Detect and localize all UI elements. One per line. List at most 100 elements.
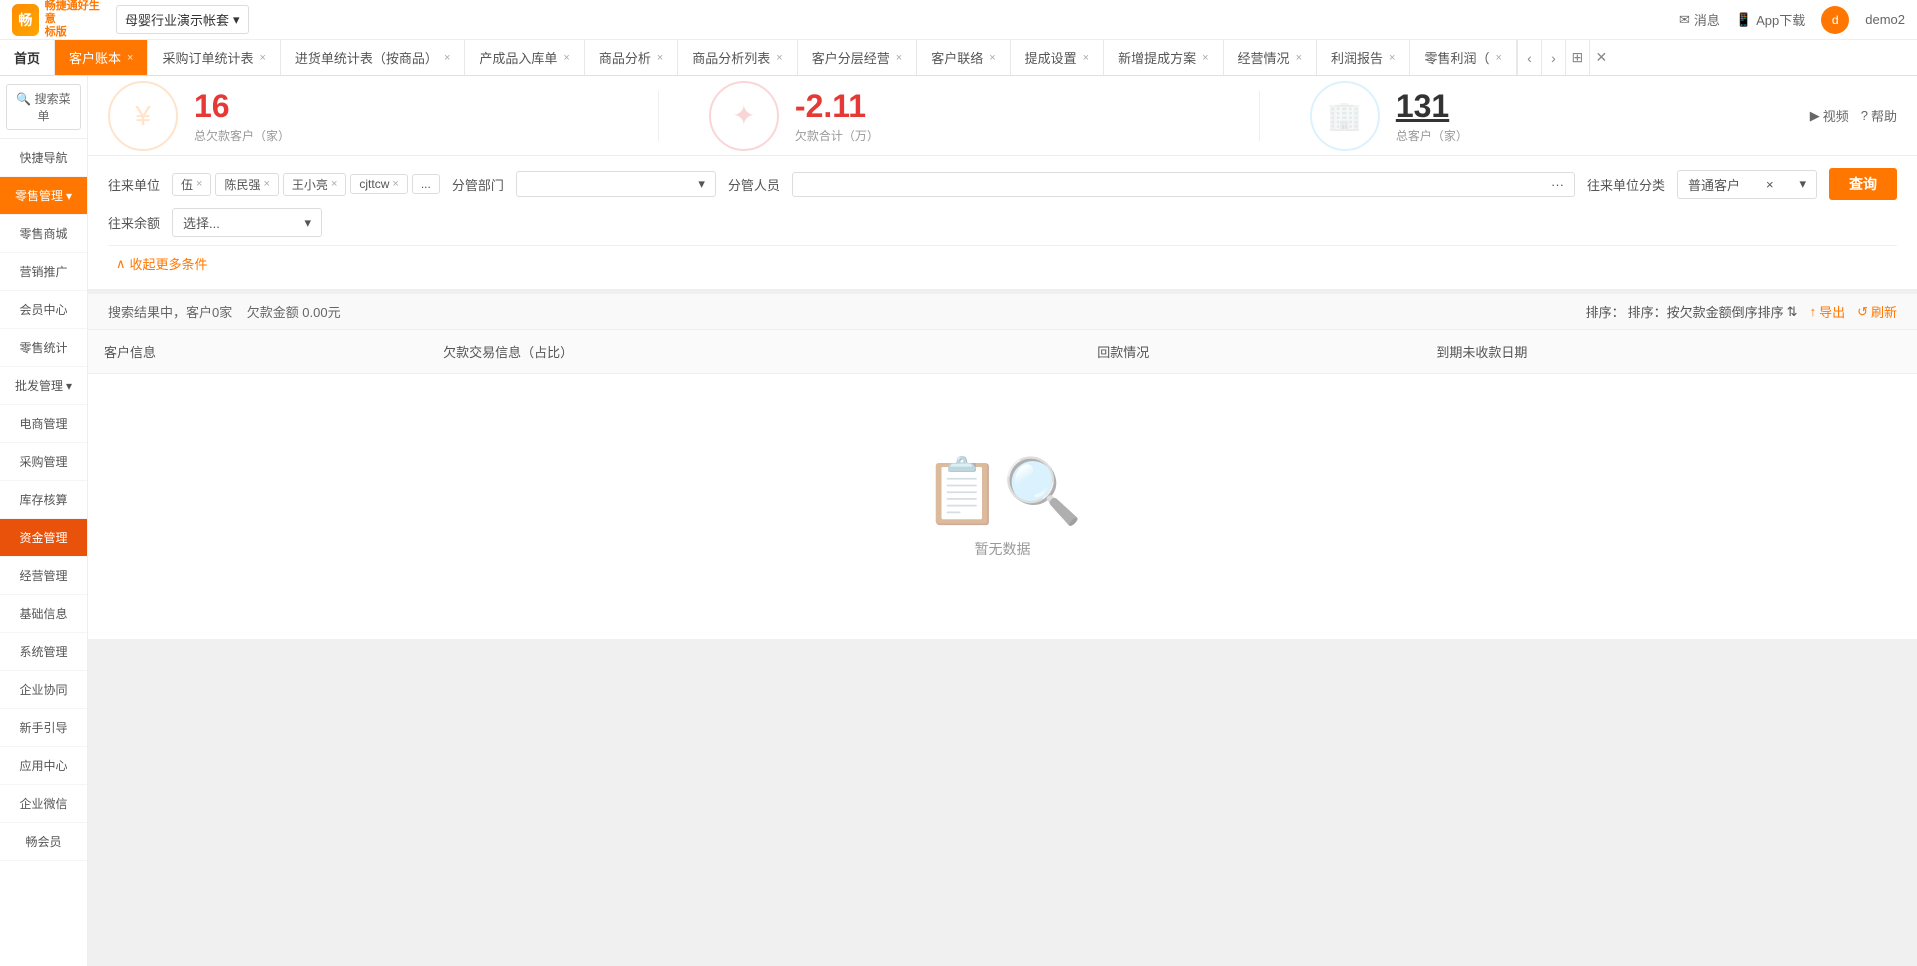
help-btn[interactable]: ? 帮助 — [1861, 106, 1897, 125]
dept-select[interactable]: ▾ — [516, 171, 716, 197]
tab-new-promo[interactable]: 新增提成方案 × — [1104, 40, 1223, 75]
sidebar-system-label: 系统管理 — [19, 643, 67, 660]
nav-next-arrow[interactable]: › — [1541, 40, 1565, 75]
tab-home-label: 首页 — [14, 48, 40, 67]
sort-btn[interactable]: 排序： 排序：按欠款金额倒序排序 ⇅ — [1586, 302, 1798, 321]
app-download-btn[interactable]: 📱 App下载 — [1736, 10, 1805, 29]
search-icon: 🔍 — [16, 92, 31, 106]
sidebar-item-vip-member[interactable]: 畅会员 — [0, 823, 87, 861]
tab-promo-settings-close[interactable]: × — [1083, 52, 1089, 64]
top-bar: 畅 畅捷通好生意 标版 母婴行业演示帐套 ▾ ✉ 消息 📱 App下载 d de… — [0, 0, 1917, 40]
unit-tag-wang-close[interactable]: × — [331, 178, 337, 190]
query-button[interactable]: 查询 — [1829, 168, 1897, 200]
tab-new-promo-close[interactable]: × — [1202, 52, 1208, 64]
bg-icon-total: 🏢 — [1310, 81, 1380, 151]
unit-tag-more[interactable]: ... — [412, 174, 440, 194]
sidebar-item-enterprise[interactable]: 企业协同 — [0, 671, 87, 709]
unit-tag-cjttcw[interactable]: cjttcw × — [350, 174, 407, 194]
sidebar-item-retail[interactable]: 零售管理 ▾ — [0, 177, 87, 215]
video-btn[interactable]: ▶ 视频 — [1810, 106, 1849, 125]
tab-customer-capital-close[interactable]: × — [127, 52, 133, 64]
tab-purchase-stats[interactable]: 进货单统计表（按商品） × — [281, 40, 465, 75]
unit-tag-wang[interactable]: 王小亮 × — [283, 173, 346, 196]
tab-customer-segment-close[interactable]: × — [896, 52, 902, 64]
collapse-btn[interactable]: ∧ 收起更多条件 — [108, 250, 1897, 277]
sidebar-item-quick-nav[interactable]: 快捷导航 — [0, 139, 87, 177]
tab-customer-capital[interactable]: 客户账本 × — [55, 40, 148, 75]
sidebar-item-operations[interactable]: 经营管理 — [0, 557, 87, 595]
content-area: ¥ 16 总欠款客户（家） ✦ -2.11 欠款合计（万） 🏢 — [88, 76, 1917, 966]
tab-purchase-stats-close[interactable]: × — [444, 52, 450, 64]
tab-product-analysis-close[interactable]: × — [657, 52, 663, 64]
tab-promo-settings[interactable]: 提成设置 × — [1011, 40, 1104, 75]
nav-prev-arrow[interactable]: ‹ — [1517, 40, 1541, 75]
sidebar-search-btn[interactable]: 🔍 搜索菜单 — [6, 84, 81, 130]
tab-operation[interactable]: 经营情况 × — [1224, 40, 1317, 75]
sidebar-item-new-guide[interactable]: 新手引导 — [0, 709, 87, 747]
unit-class-tag-close[interactable]: × — [1766, 177, 1774, 192]
tab-operation-close[interactable]: × — [1296, 52, 1302, 64]
sidebar-item-finance[interactable]: 资金管理 — [0, 519, 87, 557]
avatar[interactable]: d — [1821, 6, 1849, 34]
total-debit-customers-label: 总欠款客户（家） — [194, 127, 290, 144]
tab-customer-segment-label: 客户分层经营 — [812, 48, 890, 67]
sidebar-item-member[interactable]: 会员中心 — [0, 291, 87, 329]
unit-tag-chen[interactable]: 陈民强 × — [215, 173, 278, 196]
sidebar-item-marketing[interactable]: 营销推广 — [0, 253, 87, 291]
tab-retail-profit[interactable]: 零售利润（ × — [1410, 40, 1516, 75]
tab-promo-settings-label: 提成设置 — [1025, 48, 1077, 67]
tab-product-in-close[interactable]: × — [563, 52, 569, 64]
tab-customer-contact[interactable]: 客户联络 × — [917, 40, 1010, 75]
results-summary: 搜索结果中，客户0家 欠款金额 0.00元 — [108, 302, 341, 321]
org-selector[interactable]: 母婴行业演示帐套 ▾ — [116, 5, 249, 34]
remainder-select[interactable]: 选择... ▾ — [172, 208, 322, 237]
total-customers-number: 131 — [1396, 88, 1468, 125]
messages-btn[interactable]: ✉ 消息 — [1679, 10, 1720, 29]
page-header: ¥ 16 总欠款客户（家） ✦ -2.11 欠款合计（万） 🏢 — [88, 76, 1917, 156]
sidebar-item-retail-shop[interactable]: 零售商城 — [0, 215, 87, 253]
nav-expand-arrow[interactable]: ⊞ — [1565, 40, 1589, 75]
sidebar-item-retail-stats[interactable]: 零售统计 — [0, 329, 87, 367]
tab-product-analysis-list-label: 商品分析列表 — [692, 48, 770, 67]
tab-purchase-order-label: 采购订单统计表 — [162, 48, 253, 67]
unit-tag-chen-close[interactable]: × — [263, 178, 269, 190]
sidebar-item-ecommerce[interactable]: 电商管理 — [0, 405, 87, 443]
tab-profit-report[interactable]: 利润报告 × — [1317, 40, 1410, 75]
tab-purchase-order-close[interactable]: × — [259, 52, 265, 64]
person-select[interactable]: ··· — [792, 172, 1575, 197]
username[interactable]: demo2 — [1865, 12, 1905, 27]
empty-state: 📋🔍 暂无数据 — [88, 374, 1917, 639]
chevron-down-icon: ▾ — [233, 12, 240, 28]
unit-tag-wu[interactable]: 伍 × — [172, 173, 211, 196]
tab-product-analysis-list-close[interactable]: × — [776, 52, 782, 64]
tab-customer-contact-close[interactable]: × — [989, 52, 995, 64]
top-bar-left: 畅 畅捷通好生意 标版 母婴行业演示帐套 ▾ — [12, 0, 249, 39]
tab-product-analysis-list[interactable]: 商品分析列表 × — [678, 40, 797, 75]
tab-customer-segment[interactable]: 客户分层经营 × — [798, 40, 917, 75]
sidebar-item-enterprise-wechat[interactable]: 企业微信 — [0, 785, 87, 823]
sidebar-item-app-center[interactable]: 应用中心 — [0, 747, 87, 785]
sidebar-item-purchase[interactable]: 采购管理 — [0, 443, 87, 481]
tab-retail-profit-close[interactable]: × — [1495, 52, 1501, 64]
unit-tag-wu-close[interactable]: × — [196, 178, 202, 190]
header-actions: ▶ 视频 ? 帮助 — [1810, 106, 1897, 125]
unit-class-select[interactable]: 普通客户 × ▾ — [1677, 170, 1817, 199]
nav-close-all[interactable]: ✕ — [1589, 40, 1613, 75]
sidebar-item-system[interactable]: 系统管理 — [0, 633, 87, 671]
tab-profit-report-label: 利润报告 — [1331, 48, 1383, 67]
tab-product-analysis[interactable]: 商品分析 × — [585, 40, 678, 75]
export-btn[interactable]: ↑ 导出 — [1810, 302, 1846, 321]
stat-block-2: ✦ -2.11 欠款合计（万） — [689, 81, 1229, 151]
tab-purchase-order[interactable]: 采购订单统计表 × — [148, 40, 280, 75]
refresh-btn[interactable]: ↺ 刷新 — [1857, 302, 1897, 321]
sidebar-item-basic-info[interactable]: 基础信息 — [0, 595, 87, 633]
tab-product-in[interactable]: 产成品入库单 × — [465, 40, 584, 75]
unit-tag-cjttcw-close[interactable]: × — [392, 178, 398, 190]
bg-icon-debit: ✦ — [709, 81, 779, 151]
sidebar-item-inventory[interactable]: 库存核算 — [0, 481, 87, 519]
tab-home[interactable]: 首页 — [0, 40, 55, 75]
sidebar-basic-info-label: 基础信息 — [19, 605, 67, 622]
tab-profit-report-close[interactable]: × — [1389, 52, 1395, 64]
top-bar-right: ✉ 消息 📱 App下载 d demo2 — [1679, 6, 1905, 34]
sidebar-item-wholesale[interactable]: 批发管理 ▾ — [0, 367, 87, 405]
